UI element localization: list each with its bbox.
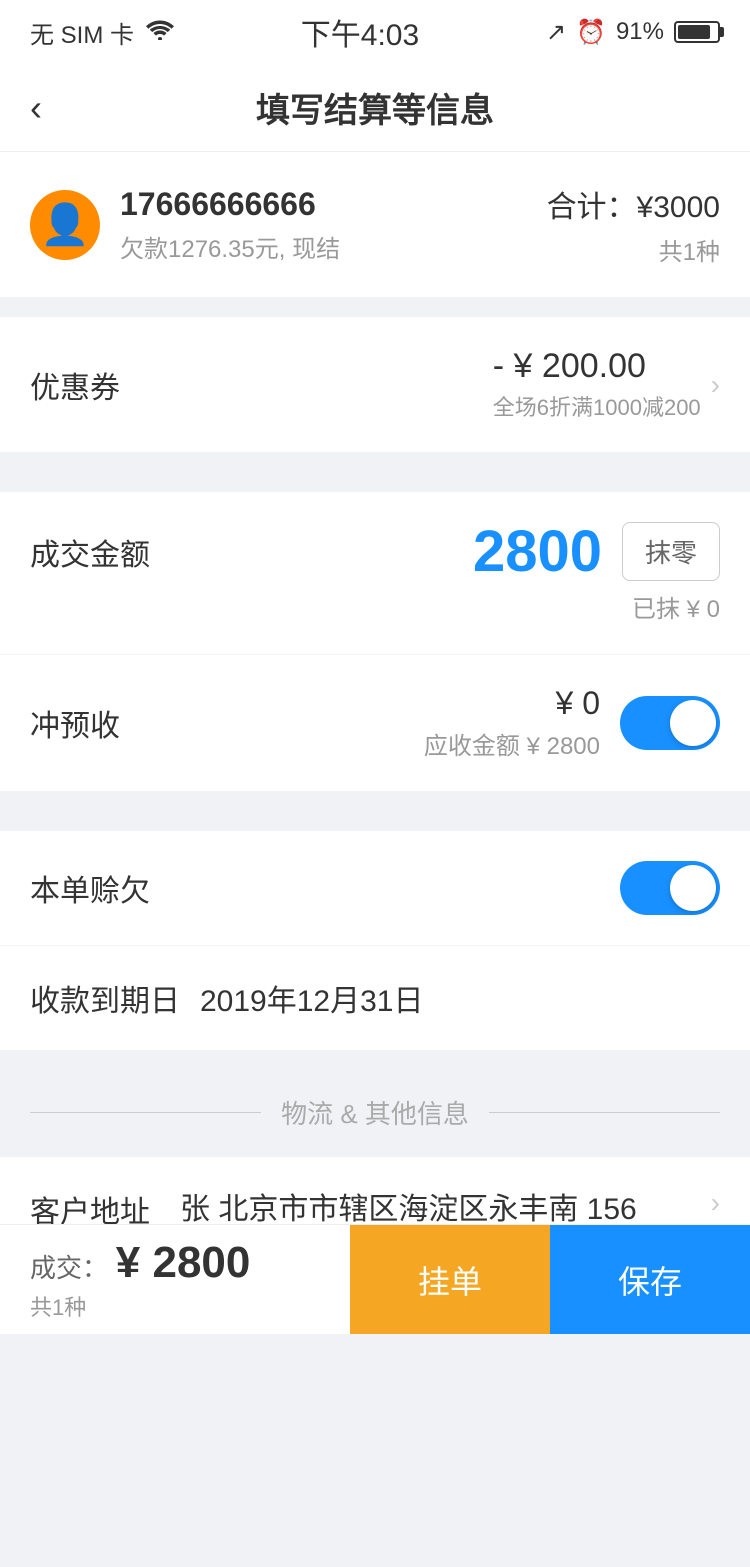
location-icon: ↗ [546, 18, 566, 47]
deal-right: 2800 抹零 [473, 522, 720, 581]
pending-button[interactable]: 挂单 [350, 1225, 550, 1334]
status-right: ↗ ⏰ 91% [546, 18, 720, 47]
coupon-amount: - ¥ 200.00 [493, 347, 701, 386]
bottom-deal-count: 共1种 [30, 1290, 320, 1322]
deal-sub: 已抹 ¥ 0 [30, 589, 720, 624]
logistics-divider: 物流 & 其他信息 [0, 1070, 750, 1155]
deal-label: 成交金额 [30, 530, 150, 574]
wifi-icon [146, 18, 174, 47]
customer-debt: 欠款1276.35元, 现结 [120, 229, 340, 264]
arrears-section: 本单赊欠 [0, 831, 750, 945]
arrears-toggle-knob [670, 865, 716, 911]
arrears-label: 本单赊欠 [30, 866, 150, 910]
customer-left: 👤 17666666666 欠款1276.35元, 现结 [30, 186, 340, 264]
bottom-buttons: 挂单 保存 [350, 1225, 750, 1334]
section-separator-2 [0, 791, 750, 811]
prereceive-amount: ¥ 0 [424, 685, 600, 722]
status-time: 下午4:03 [301, 10, 419, 54]
prereceive-row: 冲预收 ¥ 0 应收金额 ¥ 2800 [0, 654, 750, 791]
coupon-row[interactable]: 优惠券 - ¥ 200.00 全场6折满1000减200 › [0, 317, 750, 452]
deal-amount: 2800 [473, 523, 602, 581]
coupon-desc: 全场6折满1000减200 [493, 390, 701, 422]
divider-line-right [489, 1112, 720, 1113]
bottom-summary: 成交： ¥ 2800 共1种 [0, 1238, 350, 1322]
prereceive-amount-block: ¥ 0 应收金额 ¥ 2800 [424, 685, 600, 761]
avatar: 👤 [30, 190, 100, 260]
prereceive-label: 冲预收 [30, 701, 120, 745]
toggle-knob [670, 700, 716, 746]
duedate-value: 2019年12月31日 [200, 976, 423, 1020]
deal-row: 成交金额 2800 抹零 [30, 522, 720, 581]
customer-phone: 17666666666 [120, 186, 340, 223]
alarm-icon: ⏰ [576, 18, 606, 47]
bottom-deal-label: 成交： [30, 1253, 108, 1283]
customer-info: 17666666666 欠款1276.35元, 现结 [120, 186, 340, 264]
coupon-chevron-icon: › [711, 369, 720, 401]
duedate-section: 收款到期日 2019年12月31日 [0, 945, 750, 1050]
back-button[interactable]: ‹ [30, 87, 42, 129]
bottom-deal-amount: ¥ 2800 [116, 1238, 251, 1287]
total-amount: 合计：¥3000 [547, 182, 720, 226]
status-left: 无 SIM 卡 [30, 15, 174, 50]
divider-line-left [30, 1112, 261, 1113]
avatar-icon: 👤 [40, 201, 90, 248]
nav-bar: ‹ 填写结算等信息 [0, 64, 750, 152]
duedate-label: 收款到期日 [30, 976, 180, 1020]
customer-card: 👤 17666666666 欠款1276.35元, 现结 合计：¥3000 共1… [0, 152, 750, 297]
address-chevron-icon: › [711, 1187, 720, 1219]
customer-right: 合计：¥3000 共1种 [547, 182, 720, 267]
carrier-label: 无 SIM 卡 [30, 15, 134, 50]
section-separator-1 [0, 472, 750, 492]
save-button[interactable]: 保存 [550, 1225, 750, 1334]
battery-percent: 91% [616, 18, 664, 46]
page-title: 填写结算等信息 [256, 83, 494, 132]
coupon-right: - ¥ 200.00 全场6折满1000减200 › [493, 347, 720, 422]
bottom-bar: 成交： ¥ 2800 共1种 挂单 保存 [0, 1224, 750, 1334]
total-count: 共1种 [547, 232, 720, 267]
deal-section: 成交金额 2800 抹零 已抹 ¥ 0 [0, 492, 750, 654]
round-button[interactable]: 抹零 [622, 522, 720, 581]
arrears-toggle[interactable] [620, 861, 720, 915]
coupon-label: 优惠券 [30, 363, 120, 407]
prereceive-right: ¥ 0 应收金额 ¥ 2800 [424, 685, 720, 761]
status-bar: 无 SIM 卡 下午4:03 ↗ ⏰ 91% [0, 0, 750, 64]
logistics-divider-text: 物流 & 其他信息 [281, 1094, 469, 1131]
prereceive-toggle[interactable] [620, 696, 720, 750]
battery-icon [674, 21, 720, 43]
prereceive-sub: 应收金额 ¥ 2800 [424, 726, 600, 761]
content: 👤 17666666666 欠款1276.35元, 现结 合计：¥3000 共1… [0, 152, 750, 1567]
